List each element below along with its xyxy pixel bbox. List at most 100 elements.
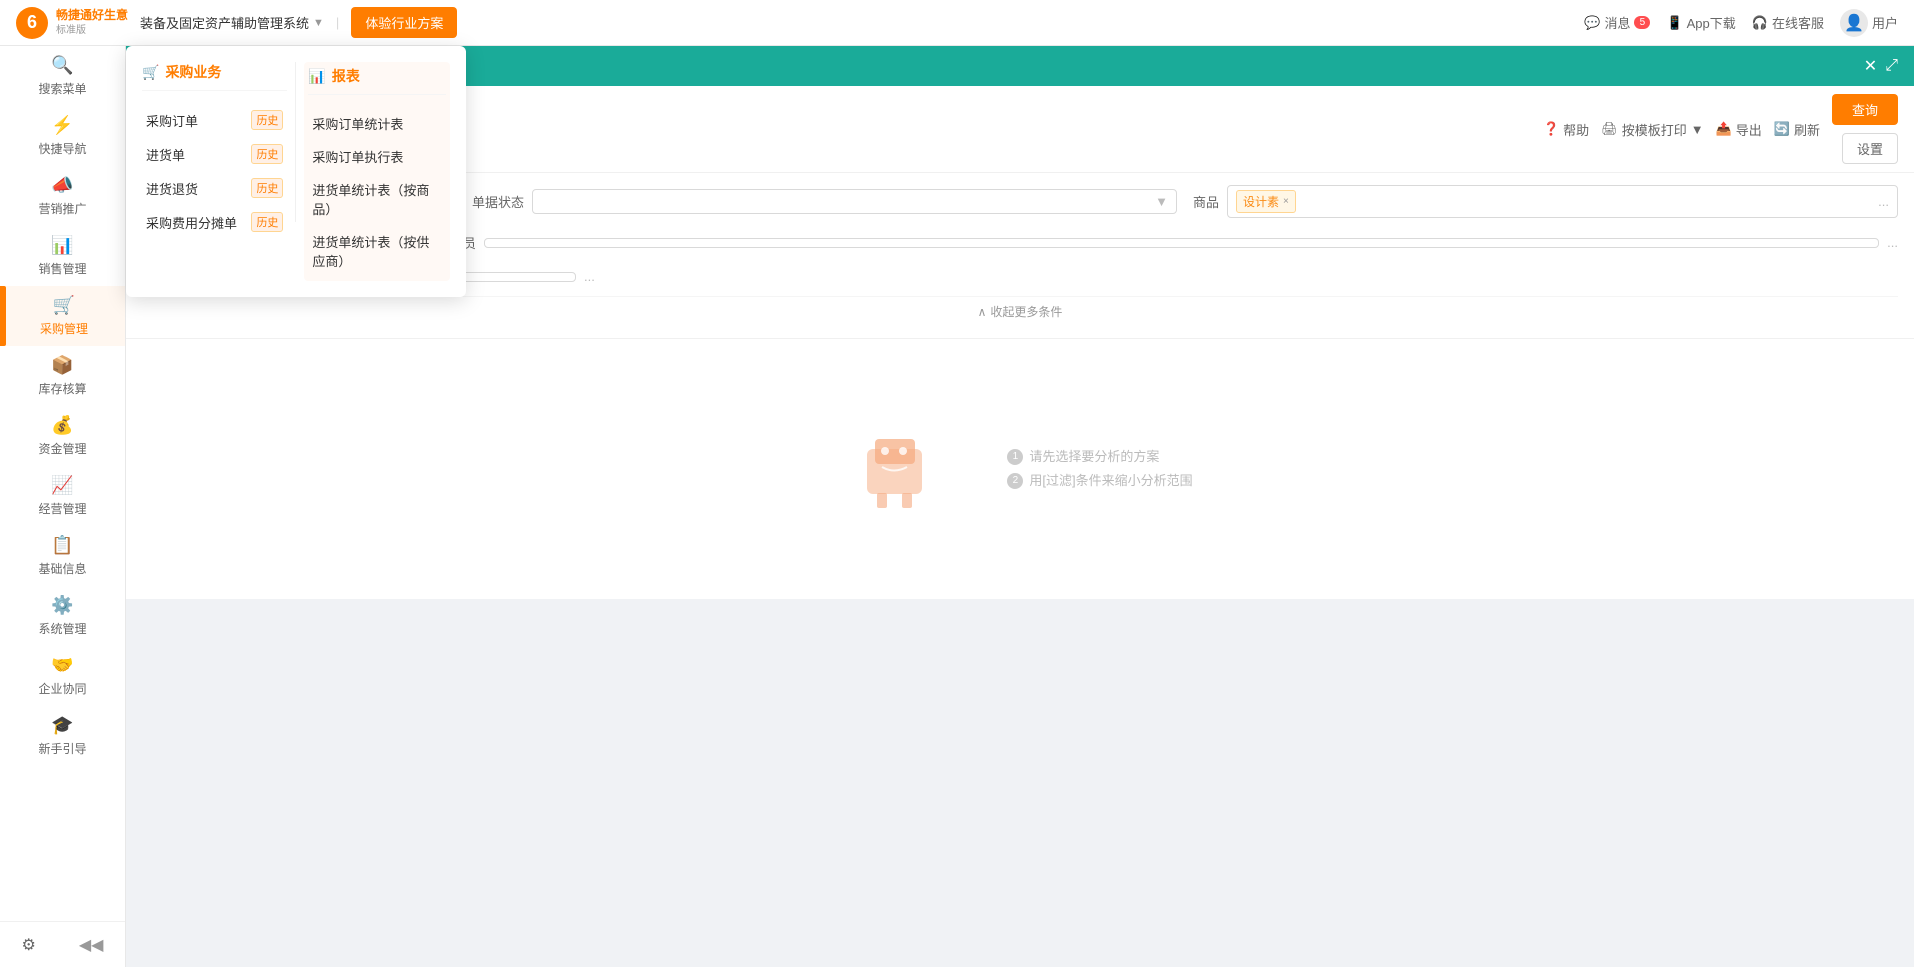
message-label: 消息 bbox=[1604, 13, 1630, 32]
goods-more-btn[interactable]: ... bbox=[1878, 194, 1889, 209]
logo-area: 6 畅捷通好生意 标准版 bbox=[16, 7, 128, 39]
sidebar-item-label-finance: 资金管理 bbox=[38, 440, 86, 457]
print-icon: 🖨 bbox=[1601, 121, 1618, 137]
company-name: 畅捷通好生意 bbox=[56, 8, 128, 24]
purchase-order-label: 采购订单 bbox=[146, 111, 198, 130]
settings-icon: ⚙️ bbox=[51, 595, 73, 616]
sidebar-item-marketing[interactable]: 📣 营销推广 bbox=[0, 166, 125, 226]
user-btn[interactable]: 👤 用户 bbox=[1840, 9, 1898, 37]
system-title-dropdown[interactable]: 装备及固定资产辅助管理系统 ▼ bbox=[140, 13, 324, 32]
box-icon: 📦 bbox=[51, 355, 73, 376]
active-indicator bbox=[3, 286, 6, 346]
history-badge-expense[interactable]: 历史 bbox=[251, 212, 283, 232]
refresh-btn[interactable]: 🔄 刷新 bbox=[1774, 120, 1820, 139]
sidebar-item-label-quick-nav: 快捷导航 bbox=[38, 140, 86, 157]
sidebar-item-inventory[interactable]: 📦 库存核算 bbox=[0, 346, 125, 406]
tip-2: 2 用[过滤]条件来缩小分析范围 bbox=[1007, 469, 1192, 493]
menu-item-order-stats[interactable]: 采购订单统计表 bbox=[308, 107, 446, 140]
edition-label: 标准版 bbox=[56, 24, 128, 37]
menu-item-purchase-return[interactable]: 进货退货 历史 bbox=[142, 171, 287, 205]
filter-status: 单据状态 ▼ bbox=[472, 189, 1177, 214]
sidebar-item-system[interactable]: ⚙️ 系统管理 bbox=[0, 586, 125, 646]
sidebar-item-purchase[interactable]: 🛒 采购管理 bbox=[0, 286, 125, 346]
status-label: 单据状态 bbox=[472, 192, 524, 211]
help-icon: ❓ bbox=[1543, 121, 1559, 137]
query-btn[interactable]: 查询 bbox=[1832, 94, 1898, 125]
tab-close-btn[interactable]: ✕ bbox=[1864, 56, 1877, 76]
sidebar-item-operations[interactable]: 📈 经营管理 bbox=[0, 466, 125, 526]
refresh-icon: 🔄 bbox=[1774, 121, 1790, 137]
clipboard-icon: 📋 bbox=[51, 535, 73, 556]
purchase-dropdown-menu: 🛒 采购业务 采购订单 历史 进货单 历史 进货退货 历史 采购费用分摊单 bbox=[126, 46, 466, 297]
customer-more-btn[interactable]: ... bbox=[584, 269, 595, 284]
sidebar-item-label-sales: 销售管理 bbox=[38, 260, 86, 277]
sidebar-item-label-marketing: 营销推广 bbox=[38, 200, 86, 217]
sidebar-item-label-purchase: 采购管理 bbox=[40, 320, 88, 337]
handshake-icon: 🤝 bbox=[51, 655, 73, 676]
history-badge-goods[interactable]: 历史 bbox=[251, 144, 283, 164]
report-section: 📊 报表 采购订单统计表 采购订单执行表 进货单统计表（按商品） 进货单统计表（… bbox=[304, 62, 450, 281]
message-badge: 5 bbox=[1634, 16, 1650, 29]
sidebar-collapse-icon[interactable]: ◀◀ bbox=[79, 935, 104, 955]
sidebar-item-search[interactable]: 🔍 搜索菜单 bbox=[0, 46, 125, 106]
filter-goods: 商品 设计素 × ... bbox=[1193, 185, 1898, 218]
menu-item-purchase-expense[interactable]: 采购费用分摊单 历史 bbox=[142, 205, 287, 239]
menu-divider bbox=[295, 62, 296, 222]
tab-controls: ✕ ⤢ bbox=[1864, 56, 1906, 76]
sidebar-item-sales[interactable]: 📊 销售管理 bbox=[0, 226, 125, 286]
goods-tag: 设计素 × bbox=[1236, 190, 1296, 213]
sidebar-item-base-info[interactable]: 📋 基础信息 bbox=[0, 526, 125, 586]
sidebar-item-label-operations: 经营管理 bbox=[38, 500, 86, 517]
tab-fullscreen-btn[interactable]: ⤢ bbox=[1885, 57, 1898, 75]
menu-item-purchase-goods[interactable]: 进货单 历史 bbox=[142, 137, 287, 171]
sidebar-item-label-guide: 新手引导 bbox=[38, 740, 86, 757]
collapse-filters-btn[interactable]: ∧ 收起更多条件 bbox=[142, 296, 1898, 326]
headset-icon: 🎧 bbox=[1752, 15, 1768, 31]
sidebar-item-label-search: 搜索菜单 bbox=[38, 80, 86, 97]
purchase-section-title: 🛒 采购业务 bbox=[142, 62, 287, 91]
history-badge-return[interactable]: 历史 bbox=[251, 178, 283, 198]
history-badge-purchase-order[interactable]: 历史 bbox=[251, 110, 283, 130]
dropdown-menu-container: 🛒 采购业务 采购订单 历史 进货单 历史 进货退货 历史 采购费用分摊单 bbox=[126, 46, 466, 297]
print-dropdown-icon: ▼ bbox=[1691, 122, 1704, 137]
sidebar-item-guide[interactable]: 🎓 新手引导 bbox=[0, 706, 125, 766]
salesman-select[interactable] bbox=[484, 238, 1879, 248]
filter-salesman: 业务员 ... bbox=[437, 233, 1898, 252]
footer-settings-icon[interactable]: ⚙ bbox=[22, 935, 36, 955]
menu-item-order-exec[interactable]: 采购订单执行表 bbox=[308, 140, 446, 173]
industry-btn[interactable]: 体验行业方案 bbox=[351, 7, 457, 38]
sidebar-item-finance[interactable]: 💰 资金管理 bbox=[0, 406, 125, 466]
menu-item-purchase-order[interactable]: 采购订单 历史 bbox=[142, 103, 287, 137]
goods-input[interactable]: 设计素 × ... bbox=[1227, 185, 1898, 218]
dropdown-arrow-icon: ▼ bbox=[313, 17, 324, 29]
message-btn[interactable]: 💬 消息 5 bbox=[1584, 13, 1650, 32]
search-icon: 🔍 bbox=[51, 55, 73, 76]
sidebar-item-quick-nav[interactable]: ⚡ 快捷导航 bbox=[0, 106, 125, 166]
sidebar-item-label-system: 系统管理 bbox=[38, 620, 86, 637]
online-service-btn[interactable]: 🎧 在线客服 bbox=[1752, 13, 1824, 32]
goods-tag-close[interactable]: × bbox=[1283, 196, 1289, 207]
sidebar: 🔍 搜索菜单 ⚡ 快捷导航 📣 营销推广 📊 销售管理 🛒 bbox=[0, 46, 126, 967]
logo-text-area: 畅捷通好生意 标准版 bbox=[56, 8, 128, 37]
avatar: 👤 bbox=[1840, 9, 1868, 37]
top-bar: 6 畅捷通好生意 标准版 装备及固定资产辅助管理系统 ▼ | 体验行业方案 💬 … bbox=[0, 0, 1914, 46]
sidebar-item-label-cooperation: 企业协同 bbox=[38, 680, 86, 697]
print-template-btn[interactable]: 🖨 按模板打印 ▼ bbox=[1601, 120, 1703, 139]
settings-btn[interactable]: 设置 bbox=[1842, 133, 1898, 164]
salesman-more-btn[interactable]: ... bbox=[1887, 235, 1898, 250]
app-download-btn[interactable]: 📱 App下载 bbox=[1666, 13, 1735, 32]
top-left: 6 畅捷通好生意 标准版 装备及固定资产辅助管理系统 ▼ | 体验行业方案 bbox=[16, 7, 457, 39]
goods-label: 商品 bbox=[1193, 192, 1219, 211]
menu-item-goods-stats-by-supplier[interactable]: 进货单统计表（按供应商） bbox=[308, 225, 446, 277]
sidebar-item-cooperation[interactable]: 🤝 企业协同 bbox=[0, 646, 125, 706]
logo-icon: 6 bbox=[16, 7, 48, 39]
tip-1: 1 请先选择要分析的方案 bbox=[1007, 445, 1192, 469]
report-section-title: 📊 报表 bbox=[308, 66, 446, 95]
menu-item-goods-stats-by-product[interactable]: 进货单统计表（按商品） bbox=[308, 173, 446, 225]
status-select[interactable]: ▼ bbox=[532, 189, 1177, 214]
help-btn[interactable]: ❓ 帮助 bbox=[1543, 120, 1589, 139]
purchase-icon: 🛒 bbox=[142, 64, 159, 81]
sidebar-footer: ⚙ ◀◀ bbox=[0, 921, 125, 967]
export-btn[interactable]: 📤 导出 bbox=[1716, 120, 1762, 139]
purchase-goods-label: 进货单 bbox=[146, 145, 185, 164]
